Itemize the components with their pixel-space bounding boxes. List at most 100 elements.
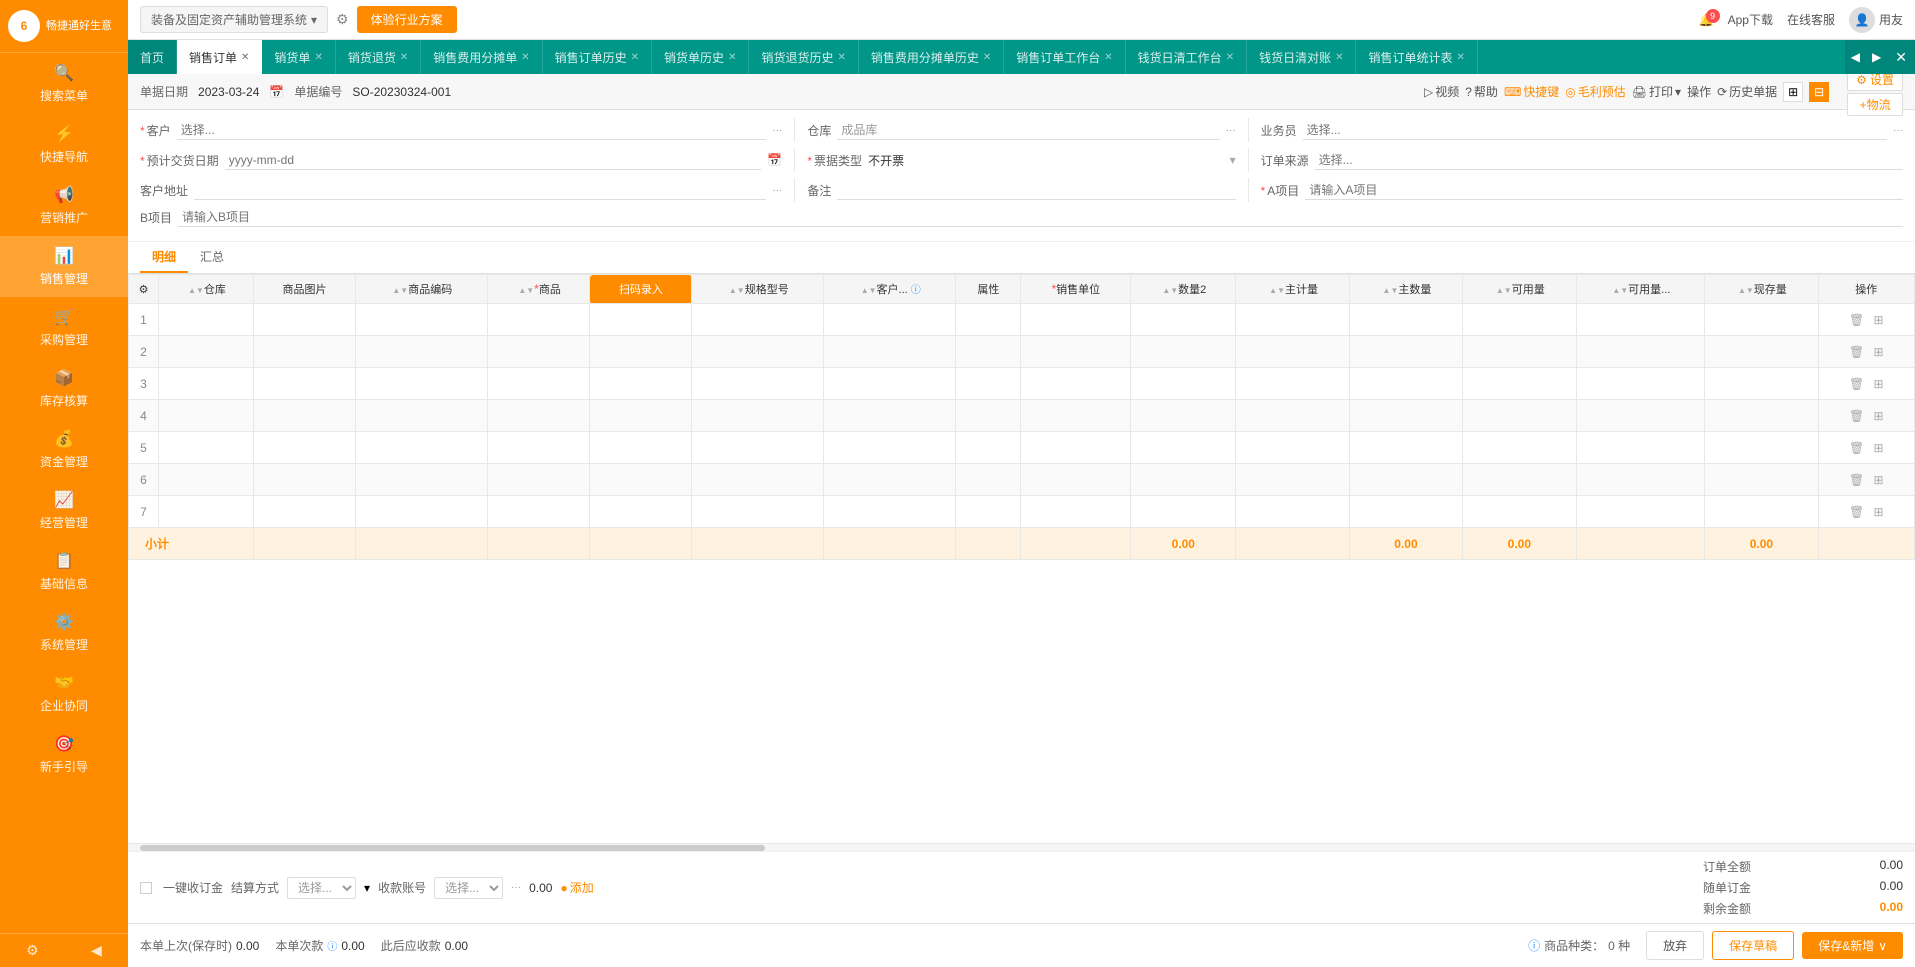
row-copy-icon[interactable]: ⊞ <box>1874 473 1884 487</box>
deposit-checkbox[interactable] <box>140 882 152 894</box>
row-code[interactable] <box>355 336 487 368</box>
tab-receipt-history[interactable]: 销货单历史 ✕ <box>652 40 749 74</box>
row-attribute[interactable] <box>956 464 1021 496</box>
row-unit[interactable] <box>1021 336 1131 368</box>
method-select[interactable]: 选择... <box>287 877 356 899</box>
user-menu[interactable]: 👤 用友 <box>1849 7 1903 33</box>
row-barcode[interactable] <box>590 400 692 432</box>
row-warehouse[interactable] <box>159 400 254 432</box>
row-copy-icon[interactable]: ⊞ <box>1874 345 1884 359</box>
layout-icon-1[interactable]: ⊞ <box>1783 82 1803 102</box>
account-more-icon[interactable]: ··· <box>511 882 521 893</box>
tab-daily-clear-workbench[interactable]: 钱货日清工作台 ✕ <box>1126 40 1247 74</box>
horizontal-scrollbar[interactable] <box>140 845 765 851</box>
row-spec[interactable] <box>692 432 824 464</box>
tab-sales-order[interactable]: 销售订单 ✕ <box>177 40 262 74</box>
tab-sales-return[interactable]: 销货退货 ✕ <box>336 40 421 74</box>
tab-close-icon[interactable]: ✕ <box>314 52 322 63</box>
sidebar-item-7[interactable]: 📈 经营管理 <box>0 480 128 541</box>
row-qty2[interactable] <box>1131 496 1236 528</box>
add-payment-btn[interactable]: ● 添加 <box>560 879 593 896</box>
warehouse-input[interactable] <box>837 121 1219 140</box>
tab-return-history[interactable]: 销货退货历史 ✕ <box>749 40 858 74</box>
row-customer-code[interactable] <box>824 336 956 368</box>
row-spec[interactable] <box>692 496 824 528</box>
customer-more-icon[interactable]: ··· <box>772 125 782 136</box>
sidebar-item-2[interactable]: 📢 营销推广 <box>0 175 128 236</box>
row-copy-icon[interactable]: ⊞ <box>1874 441 1884 455</box>
row-unit[interactable] <box>1021 368 1131 400</box>
row-copy-icon[interactable]: ⊞ <box>1874 505 1884 519</box>
sidebar-item-9[interactable]: ⚙️ 系统管理 <box>0 602 128 663</box>
row-spec[interactable] <box>692 368 824 400</box>
tab-sales-receipt[interactable]: 销货单 ✕ <box>262 40 335 74</box>
row-warehouse[interactable] <box>159 304 254 336</box>
tab-close-icon[interactable]: ✕ <box>241 52 249 63</box>
profit-btn[interactable]: ◎ 毛利预估 <box>1565 83 1626 100</box>
row-barcode[interactable] <box>590 432 692 464</box>
row-delete-icon[interactable]: 🗑 <box>1849 345 1864 359</box>
row-delete-icon[interactable]: 🗑 <box>1849 473 1864 487</box>
row-customer-code[interactable] <box>824 464 956 496</box>
row-main-qty[interactable] <box>1349 368 1462 400</box>
row-product[interactable] <box>487 336 590 368</box>
app-download-link[interactable]: App下载 <box>1728 11 1773 28</box>
tab-sales-expense[interactable]: 销售费用分摊单 ✕ <box>421 40 542 74</box>
customer-input[interactable] <box>177 121 767 140</box>
col-available2[interactable]: ▲▼可用量... <box>1576 275 1705 304</box>
row-copy-icon[interactable]: ⊞ <box>1874 409 1884 423</box>
tab-next-icon[interactable]: ▶ <box>1866 50 1887 64</box>
row-barcode[interactable] <box>590 336 692 368</box>
row-attribute[interactable] <box>956 400 1021 432</box>
row-unit[interactable] <box>1021 432 1131 464</box>
row-unit[interactable] <box>1021 304 1131 336</box>
history-btn[interactable]: ⟳ 历史单据 <box>1717 83 1777 100</box>
tab-close-icon[interactable]: ✕ <box>631 52 639 63</box>
tab-close-icon[interactable]: ✕ <box>400 52 408 63</box>
account-select[interactable]: 选择... <box>434 877 503 899</box>
sidebar-item-3[interactable]: 📊 销售管理 <box>0 236 128 297</box>
tab-close-icon[interactable]: ✕ <box>1104 52 1112 63</box>
row-code[interactable] <box>355 496 487 528</box>
row-main-qty[interactable] <box>1349 496 1462 528</box>
tab-expense-history[interactable]: 销售费用分摊单历史 ✕ <box>859 40 1004 74</box>
help-btn[interactable]: ? 帮助 <box>1465 83 1498 100</box>
col-customer-code[interactable]: ▲▼客户... ⓘ <box>824 275 956 304</box>
row-warehouse[interactable] <box>159 368 254 400</box>
row-attribute[interactable] <box>956 336 1021 368</box>
row-warehouse[interactable] <box>159 464 254 496</box>
row-product[interactable] <box>487 496 590 528</box>
tab-summary[interactable]: 汇总 <box>188 242 236 273</box>
save-new-button[interactable]: 保存&新增 ∨ <box>1802 932 1903 959</box>
view-video-btn[interactable]: ▷ 视频 <box>1424 83 1459 100</box>
col-unit[interactable]: *销售单位 <box>1021 275 1131 304</box>
tab-close-icon[interactable]: ✕ <box>983 52 991 63</box>
sidebar-item-4[interactable]: 🛒 采购管理 <box>0 297 128 358</box>
calendar-icon[interactable]: 📅 <box>269 85 284 99</box>
col-stock[interactable]: ▲▼现存量 <box>1705 275 1818 304</box>
col-settings[interactable]: ⚙ <box>129 275 159 304</box>
address-more-icon[interactable]: ··· <box>772 185 782 196</box>
col-main-qty[interactable]: ▲▼主数量 <box>1349 275 1462 304</box>
row-customer-code[interactable] <box>824 432 956 464</box>
row-spec[interactable] <box>692 304 824 336</box>
system-selector[interactable]: 装备及固定资产辅助管理系统 ▾ <box>140 6 328 33</box>
row-main-qty[interactable] <box>1349 432 1462 464</box>
col-spec[interactable]: ▲▼规格型号 <box>692 275 824 304</box>
tab-daily-reconcile[interactable]: 钱货日清对账 ✕ <box>1247 40 1356 74</box>
row-delete-icon[interactable]: 🗑 <box>1849 377 1864 391</box>
sidebar-item-1[interactable]: ⚡ 快捷导航 <box>0 114 128 175</box>
row-delete-icon[interactable]: 🗑 <box>1849 409 1864 423</box>
address-input[interactable] <box>194 181 766 200</box>
row-unit[interactable] <box>1021 400 1131 432</box>
row-product[interactable] <box>487 432 590 464</box>
sidebar-collapse-icon[interactable]: ◀ <box>91 942 102 959</box>
row-main-qty[interactable] <box>1349 336 1462 368</box>
col-main-unit[interactable]: ▲▼主计量 <box>1236 275 1349 304</box>
settings-btn[interactable]: ⚙ 设置 <box>1847 74 1903 91</box>
solution-button[interactable]: 体验行业方案 <box>357 6 457 33</box>
row-customer-code[interactable] <box>824 368 956 400</box>
row-attribute[interactable] <box>956 368 1021 400</box>
row-attribute[interactable] <box>956 432 1021 464</box>
row-code[interactable] <box>355 432 487 464</box>
